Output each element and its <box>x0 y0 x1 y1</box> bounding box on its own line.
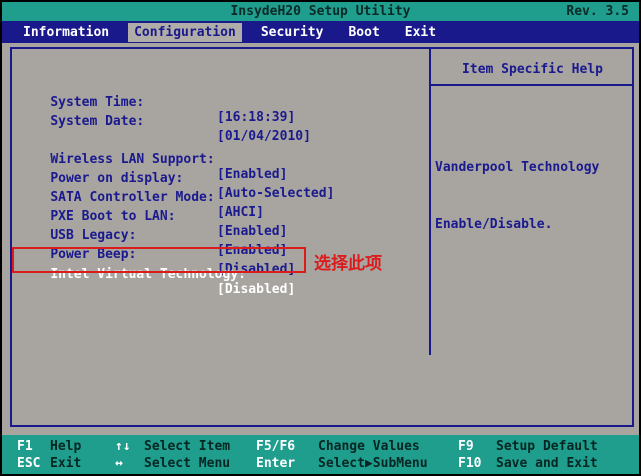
revision-label: Rev. 3.5 <box>566 4 629 19</box>
setting-row-power-beep[interactable]: Power Beep: [Disabled] <box>19 232 423 277</box>
help-line: Vanderpool Technology <box>435 160 600 175</box>
help-panel-separator <box>431 84 633 86</box>
tab-configuration[interactable]: Configuration <box>128 22 242 42</box>
key-f10: F10 <box>458 456 482 471</box>
key-label: Help <box>50 439 82 454</box>
menu-bar: Information Configuration Security Boot … <box>2 21 639 43</box>
setting-row-usb-legacy[interactable]: USB Legacy: [Enabled] <box>19 213 423 258</box>
help-panel-title: Item Specific Help <box>462 62 603 77</box>
annotation-text: 选择此项 <box>314 254 382 274</box>
tab-boot[interactable]: Boot <box>342 23 385 42</box>
setting-row-power-on-display[interactable]: Power on display: [Auto-Selected] <box>19 156 423 201</box>
panel-divider <box>429 49 431 355</box>
updown-arrows-icon: ↑↓ <box>115 439 131 454</box>
setting-row-system-date[interactable]: System Date: [01/04/2010] <box>19 99 423 144</box>
key-f9: F9 <box>458 439 474 454</box>
tab-security[interactable]: Security <box>255 23 330 42</box>
key-label: Select▶SubMenu <box>318 456 428 471</box>
setting-label: System Date: <box>50 114 145 129</box>
key-label: Save and Exit <box>496 456 598 471</box>
setting-row-pxe-boot[interactable]: PXE Boot to LAN: [Enabled] <box>19 194 423 239</box>
key-label: Select Menu <box>144 456 231 471</box>
key-f5f6: F5/F6 <box>256 439 296 454</box>
setting-row-system-time[interactable]: System Time: [16:18:39] <box>19 80 423 125</box>
key-label: Exit <box>50 456 82 471</box>
setting-row-wireless-lan[interactable]: Wireless LAN Support: [Enabled] <box>19 137 423 182</box>
app-title: InsydeH20 Setup Utility <box>230 4 411 19</box>
help-line: Enable/Disable. <box>435 217 553 232</box>
key-label: Change Values <box>318 439 420 454</box>
key-enter: Enter <box>256 456 296 471</box>
key-label: Setup Default <box>496 439 598 454</box>
key-f1: F1 <box>17 439 33 454</box>
tab-information[interactable]: Information <box>17 23 115 42</box>
tab-exit[interactable]: Exit <box>399 23 442 42</box>
footer-bar: F1 Help ↑↓ Select Item F5/F6 Change Valu… <box>2 435 639 474</box>
key-label: Select Item <box>144 439 231 454</box>
leftright-arrows-icon: ↔ <box>115 456 123 471</box>
highlight-box <box>12 247 306 273</box>
setting-row-sata-mode[interactable]: SATA Controller Mode: [AHCI] <box>19 175 423 220</box>
help-panel-text: Vanderpool Technology Enable/Disable. <box>435 120 599 272</box>
bios-setup-screen: InsydeH20 Setup Utility Rev. 3.5 Informa… <box>0 0 641 476</box>
title-bar: InsydeH20 Setup Utility Rev. 3.5 <box>2 2 639 21</box>
key-esc: ESC <box>17 456 41 471</box>
setting-value: [Disabled] <box>217 282 296 297</box>
